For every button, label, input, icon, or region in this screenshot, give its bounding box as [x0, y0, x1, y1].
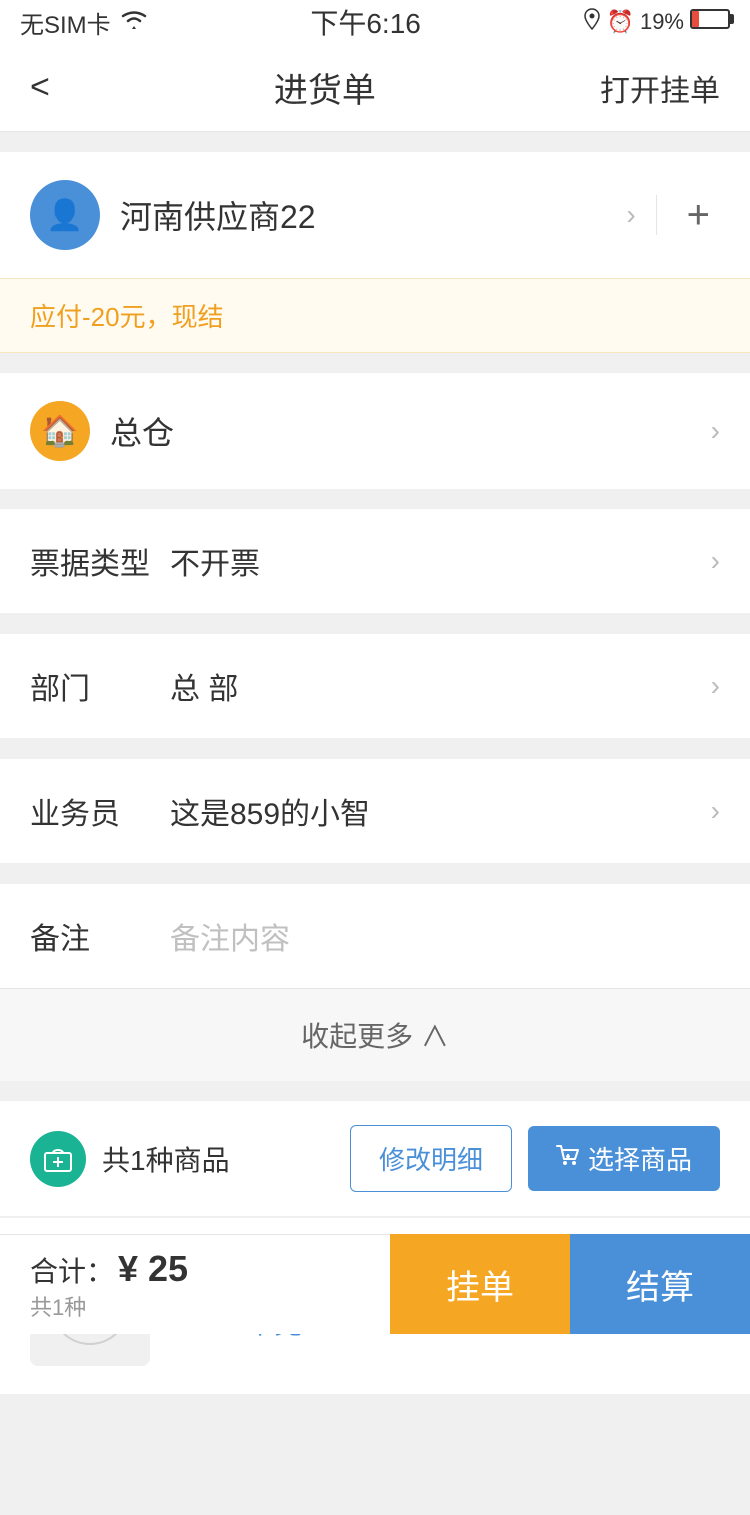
salesperson-label: 业务员	[30, 789, 170, 833]
alarm-icon: ⏰	[607, 9, 634, 35]
total-sub: 共1种	[30, 1290, 360, 1322]
page-title: 进货单	[274, 63, 376, 112]
total-amount: ¥ 25	[118, 1248, 188, 1290]
status-right: ⏰ 19%	[583, 8, 730, 36]
salesperson-row[interactable]: 业务员 这是859的小智 ›	[0, 759, 750, 864]
warehouse-icon: 🏠	[30, 401, 90, 461]
salesperson-chevron: ›	[711, 795, 720, 827]
divider-4	[0, 614, 750, 634]
invoice-type-row[interactable]: 票据类型 不开票 ›	[0, 509, 750, 614]
bottom-spacer	[0, 1395, 750, 1515]
warehouse-chevron: ›	[711, 415, 720, 447]
remark-row[interactable]: 备注 备注内容	[0, 884, 750, 988]
status-bar: 无SIM卡 下午6:16 ⏰ 19%	[0, 0, 750, 44]
info-banner: 应付-20元，现结	[0, 278, 750, 353]
products-count: 共1种商品	[102, 1139, 350, 1179]
supplier-chevron: ›	[626, 199, 635, 231]
invoice-type-label: 票据类型	[30, 539, 170, 583]
remark-label: 备注	[30, 914, 170, 958]
warehouse-icon-symbol: 🏠	[41, 414, 78, 449]
warehouse-row[interactable]: 🏠 总仓 ›	[0, 373, 750, 489]
battery-icon	[690, 9, 730, 35]
carrier-text: 无SIM卡	[20, 5, 111, 40]
supplier-row[interactable]: 👤 河南供应商22 › +	[0, 152, 750, 278]
select-product-button[interactable]: 选择商品	[528, 1126, 720, 1191]
supplier-icon: 👤	[46, 198, 83, 233]
total-label: 合计：	[30, 1250, 114, 1290]
open-hang-button[interactable]: 打开挂单	[600, 66, 720, 110]
remark-input[interactable]: 备注内容	[170, 914, 720, 958]
department-label: 部门	[30, 664, 170, 708]
department-value: 总 部	[170, 664, 711, 708]
invoice-type-chevron: ›	[711, 545, 720, 577]
divider-3	[0, 489, 750, 509]
bottom-bar: 合计： ¥ 25 共1种 挂单 结算	[0, 1234, 750, 1334]
divider-6	[0, 864, 750, 884]
divider-2	[0, 353, 750, 373]
location-icon	[583, 8, 601, 36]
products-icon	[30, 1131, 86, 1187]
back-button[interactable]: <	[30, 68, 50, 107]
checkout-button[interactable]: 结算	[570, 1234, 750, 1334]
salesperson-value: 这是859的小智	[170, 789, 711, 833]
add-button[interactable]: +	[677, 183, 720, 248]
divider-7	[0, 1081, 750, 1101]
department-row[interactable]: 部门 总 部 ›	[0, 634, 750, 739]
nav-bar: < 进货单 打开挂单	[0, 44, 750, 132]
divider-5	[0, 739, 750, 759]
supplier-name: 河南供应商22	[120, 192, 626, 238]
status-left: 无SIM卡	[20, 5, 149, 40]
cart-icon	[556, 1143, 580, 1174]
warehouse-name: 总仓	[110, 408, 711, 454]
products-header: 共1种商品 修改明细 选择商品	[0, 1101, 750, 1217]
select-product-label: 选择商品	[588, 1140, 692, 1177]
edit-detail-button[interactable]: 修改明细	[350, 1125, 512, 1192]
collapse-button[interactable]: 收起更多 ∧	[0, 988, 750, 1081]
department-chevron: ›	[711, 670, 720, 702]
form-block: 票据类型 不开票 › 部门 总 部 › 业务员 这是859的小智 › 备注 备注…	[0, 509, 750, 988]
supplier-divider	[656, 195, 657, 235]
battery-percent: 19%	[640, 9, 684, 35]
supplier-avatar: 👤	[30, 180, 100, 250]
divider-1	[0, 132, 750, 152]
bottom-total: 合计： ¥ 25 共1种	[0, 1234, 390, 1334]
invoice-type-value: 不开票	[170, 539, 711, 583]
hang-order-button[interactable]: 挂单	[390, 1234, 570, 1334]
wifi-icon	[119, 8, 149, 37]
status-time: 下午6:16	[310, 2, 421, 42]
